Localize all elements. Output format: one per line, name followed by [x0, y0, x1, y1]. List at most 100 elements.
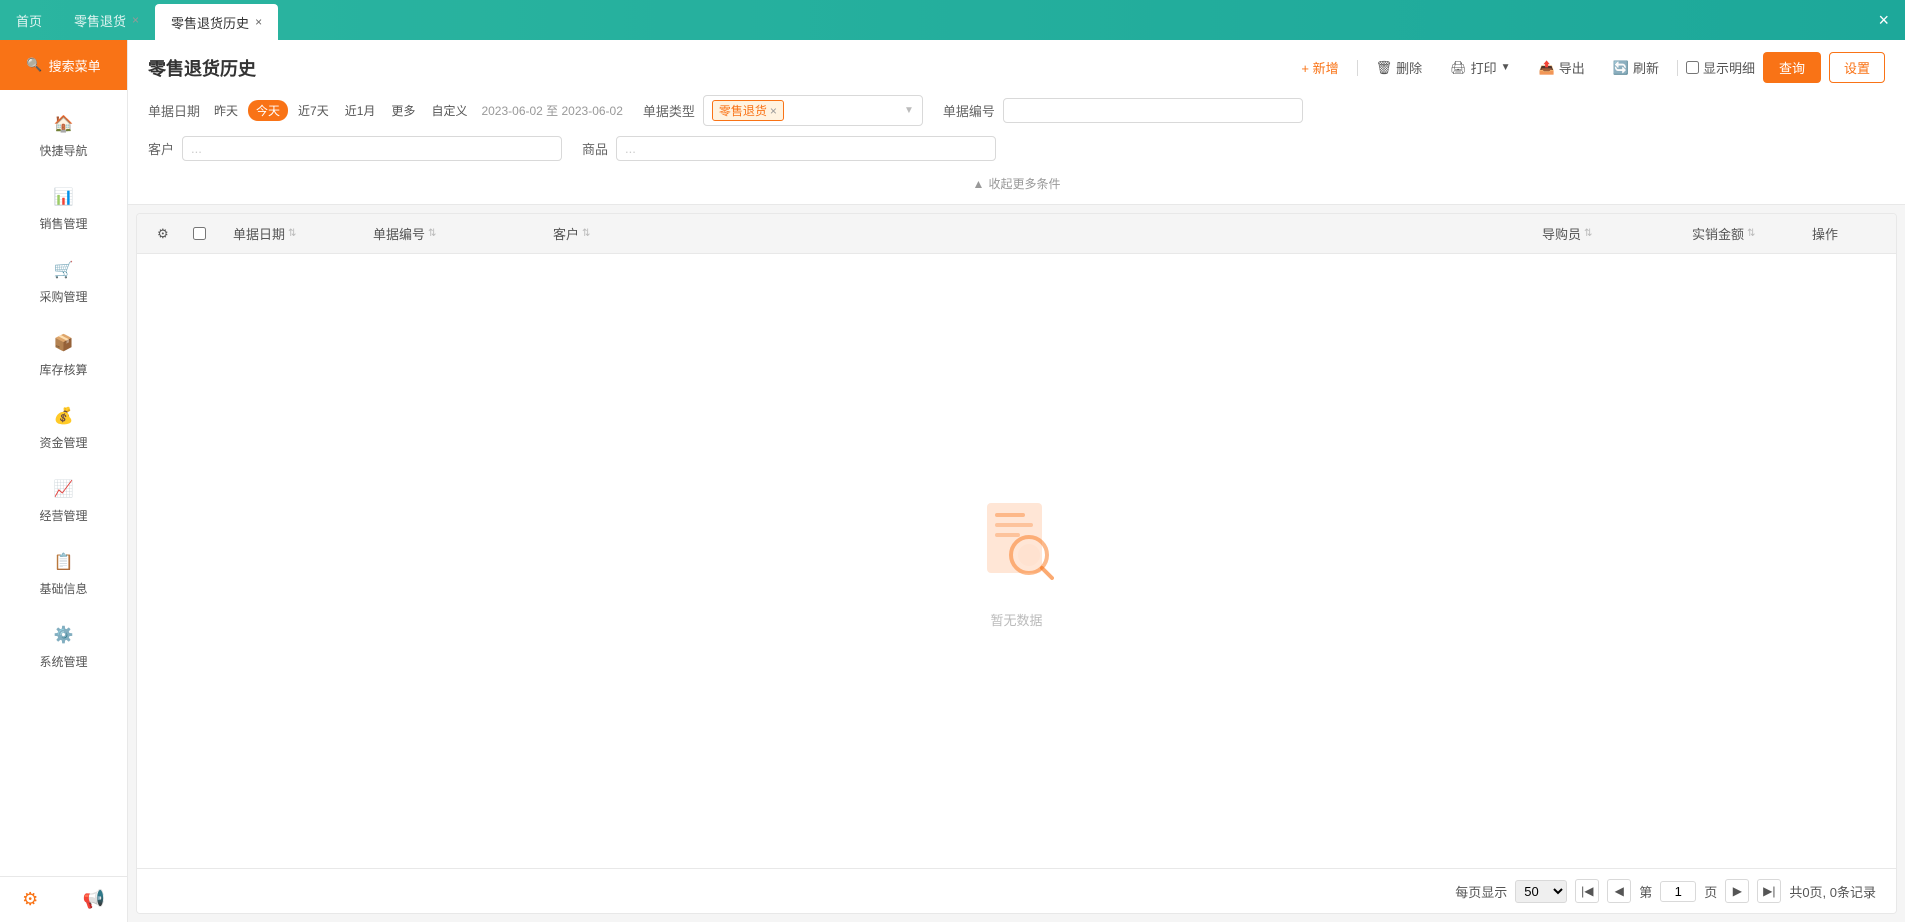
tab-retail-return-history-close[interactable]: ×: [255, 15, 262, 29]
toolbar: + 新增 🗑 删除 🖨 打印 ▼ 📤 导出: [1291, 52, 1885, 83]
finance-icon: 💰: [50, 402, 78, 430]
doc-num-input[interactable]: [1003, 98, 1303, 123]
sidebar-item-inventory[interactable]: 📦 库存核算: [0, 317, 127, 390]
sidebar-search-label: 搜索菜单: [49, 56, 101, 75]
date-filter-label: 单据日期: [148, 101, 200, 120]
export-label: 导出: [1559, 58, 1585, 77]
prev-page-button[interactable]: ◀: [1607, 879, 1631, 903]
window-close-button[interactable]: ×: [1862, 10, 1905, 31]
sidebar-item-purchase[interactable]: 🛒 采购管理: [0, 244, 127, 317]
sidebar: 🔍 搜索菜单 🏠 快捷导航 📊 销售管理 🛒 采购管理 📦 库存核算 💰: [0, 40, 128, 922]
doc-type-label: 单据类型: [643, 101, 695, 120]
th-date[interactable]: 单据日期 ⇅: [225, 224, 365, 243]
date-btn-today[interactable]: 今天: [248, 100, 288, 121]
collapse-label: 收起更多条件: [988, 175, 1060, 192]
tab-home[interactable]: 首页: [0, 0, 58, 40]
tab-bar: 首页 零售退货 × 零售退货历史 ×: [0, 0, 1862, 40]
empty-text: 暂无数据: [990, 610, 1042, 629]
filter-area: 单据日期 昨天 今天 近7天 近1月 更多 自定义 2023-06-02 至 2…: [148, 95, 1885, 204]
content-area: 零售退货历史 + 新增 🗑 删除 🖨 打印 ▼ 📤 导出: [128, 40, 1905, 922]
th-amount[interactable]: 实销金额 ⇅: [1684, 224, 1804, 243]
print-icon: 🖨: [1450, 60, 1467, 76]
column-settings[interactable]: ⚙: [149, 226, 185, 242]
doc-type-remove-button[interactable]: ×: [770, 104, 777, 118]
sidebar-search-button[interactable]: 🔍 搜索菜单: [0, 40, 127, 90]
sidebar-item-purchase-label: 采购管理: [39, 288, 87, 305]
filter-row-2: 客户 ... 商品 ...: [148, 136, 1885, 161]
export-button[interactable]: 📤 导出: [1529, 53, 1595, 82]
page-label-prefix: 第: [1639, 882, 1652, 901]
doc-type-dropdown-icon: ▼: [904, 105, 914, 116]
customer-filter-group: 客户 ...: [148, 136, 562, 161]
date-btn-custom[interactable]: 自定义: [425, 100, 473, 121]
th-ops: 操作: [1804, 224, 1884, 243]
tab-retail-return[interactable]: 零售退货 ×: [58, 0, 155, 40]
column-settings-icon: ⚙: [157, 226, 169, 242]
operations-icon: 📈: [50, 475, 78, 503]
date-btn-more[interactable]: 更多: [385, 100, 421, 121]
settings-button[interactable]: 设置: [1829, 52, 1885, 83]
page-number-input[interactable]: [1660, 881, 1696, 902]
goods-select[interactable]: ...: [616, 136, 996, 161]
doc-type-select[interactable]: 零售退货 × ▼: [703, 95, 923, 126]
toolbar-divider-2: [1677, 60, 1678, 76]
delete-icon: 🗑: [1376, 60, 1393, 76]
sidebar-item-finance[interactable]: 💰 资金管理: [0, 390, 127, 463]
first-page-button[interactable]: |◀: [1575, 879, 1599, 903]
select-all-checkbox[interactable]: [193, 227, 206, 240]
checkbox-column-header[interactable]: [185, 227, 225, 240]
filter-row-1: 单据日期 昨天 今天 近7天 近1月 更多 自定义 2023-06-02 至 2…: [148, 95, 1885, 126]
table-area: ⚙ 单据日期 ⇅ 单据编号 ⇅ 客户 ⇅ 导购员: [136, 213, 1897, 914]
date-btn-yesterday[interactable]: 昨天: [208, 100, 244, 121]
date-btn-7days[interactable]: 近7天: [292, 100, 335, 121]
sidebar-item-operations[interactable]: 📈 经营管理: [0, 463, 127, 536]
sidebar-item-sales-label: 销售管理: [39, 215, 87, 232]
th-amount-label: 实销金额: [1692, 224, 1744, 243]
sidebar-settings-button[interactable]: ⚙: [22, 889, 38, 910]
goods-filter-group: 商品 ...: [582, 136, 996, 161]
collapse-filter-button[interactable]: ▲ 收起更多条件: [148, 171, 1885, 196]
tab-retail-return-close[interactable]: ×: [132, 13, 139, 27]
collapse-icon: ▲: [973, 177, 985, 191]
sales-icon: 📊: [50, 183, 78, 211]
refresh-button[interactable]: 🔄 刷新: [1603, 53, 1669, 82]
query-button[interactable]: 查询: [1763, 52, 1821, 83]
th-customer[interactable]: 客户 ⇅: [545, 224, 1534, 243]
print-button[interactable]: 🖨 打印 ▼: [1440, 53, 1520, 82]
sidebar-item-sales[interactable]: 📊 销售管理: [0, 171, 127, 244]
next-page-button[interactable]: ▶: [1725, 879, 1749, 903]
th-num[interactable]: 单据编号 ⇅: [365, 224, 545, 243]
sidebar-item-system[interactable]: ⚙️ 系统管理: [0, 609, 127, 682]
page-header: 零售退货历史 + 新增 🗑 删除 🖨 打印 ▼ 📤 导出: [128, 40, 1905, 205]
date-range-display: 2023-06-02 至 2023-06-02: [481, 102, 622, 119]
th-guide[interactable]: 导购员 ⇅: [1534, 224, 1684, 243]
th-customer-sort-icon: ⇅: [582, 228, 590, 239]
sidebar-volume-button[interactable]: 📢: [82, 889, 104, 910]
th-guide-sort-icon: ⇅: [1584, 228, 1592, 239]
sidebar-item-operations-label: 经营管理: [39, 507, 87, 524]
new-button[interactable]: + 新增: [1291, 53, 1348, 82]
print-label: 打印: [1471, 58, 1497, 77]
tab-retail-return-history[interactable]: 零售退货历史 ×: [155, 4, 278, 40]
th-amount-sort-icon: ⇅: [1747, 228, 1755, 239]
top-bar: 首页 零售退货 × 零售退货历史 × ×: [0, 0, 1905, 40]
doc-num-filter-group: 单据编号: [943, 98, 1303, 123]
sidebar-item-basic-info[interactable]: 📋 基础信息: [0, 536, 127, 609]
print-dropdown-icon: ▼: [1501, 62, 1511, 73]
display-detail-check[interactable]: [1686, 61, 1699, 74]
th-date-label: 单据日期: [233, 224, 285, 243]
doc-type-tag: 零售退货 ×: [712, 100, 784, 121]
date-filter-group: 单据日期 昨天 今天 近7天 近1月 更多 自定义 2023-06-02 至 2…: [148, 100, 623, 121]
display-detail-checkbox[interactable]: 显示明细: [1686, 58, 1755, 77]
tab-home-label: 首页: [16, 11, 42, 30]
customer-select[interactable]: ...: [182, 136, 562, 161]
th-date-sort-icon: ⇅: [288, 228, 296, 239]
system-icon: ⚙️: [50, 621, 78, 649]
date-btn-1month[interactable]: 近1月: [339, 100, 382, 121]
delete-button[interactable]: 🗑 删除: [1366, 53, 1433, 82]
sidebar-item-quick-nav[interactable]: 🏠 快捷导航: [0, 98, 127, 171]
th-num-sort-icon: ⇅: [428, 228, 436, 239]
page-size-select[interactable]: 50 20 100: [1515, 880, 1567, 903]
last-page-button[interactable]: ▶|: [1757, 879, 1781, 903]
page-label-suffix: 页: [1704, 882, 1717, 901]
